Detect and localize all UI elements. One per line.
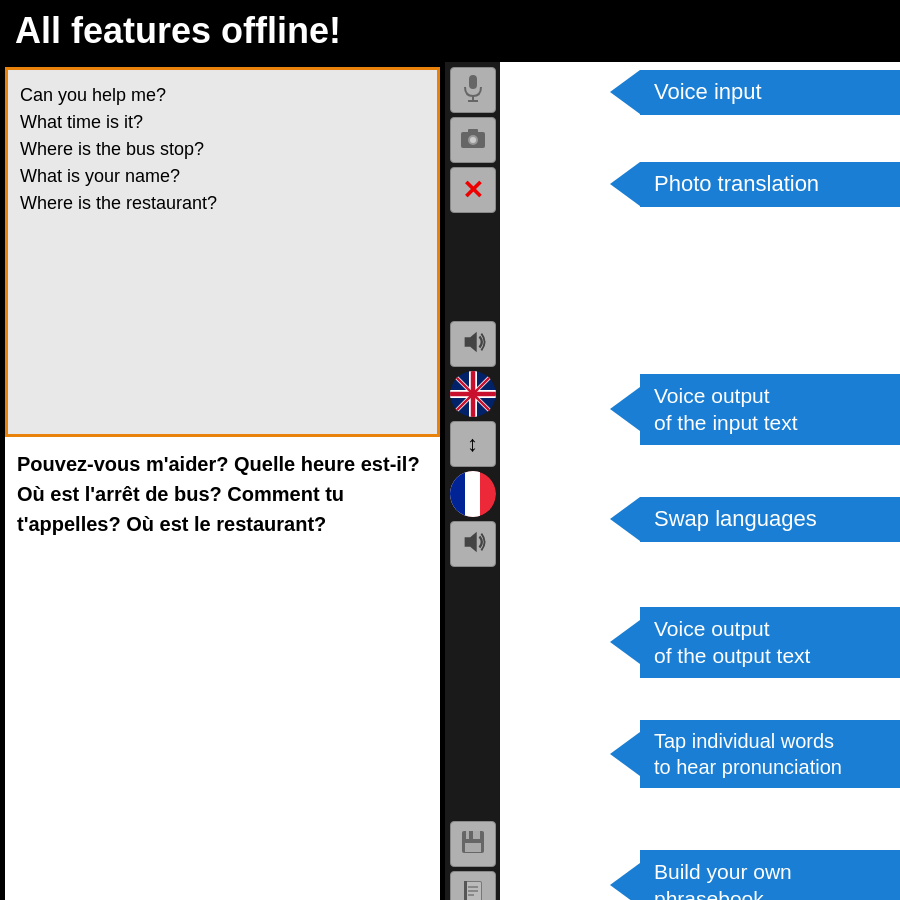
- voice-input-label: Voice input: [640, 70, 900, 115]
- input-text: Can you help me? What time is it? Where …: [20, 82, 425, 217]
- tap-pronunciation-label: Tap individual wordsto hear pronunciatio…: [640, 720, 900, 788]
- output-area: Pouvez-vous m'aider? Quelle heure est-il…: [5, 437, 440, 900]
- uk-flag-icon: [450, 371, 496, 417]
- toolbar: ✕: [445, 62, 500, 900]
- right-panel: Voice input Photo translation Voice outp…: [500, 62, 900, 900]
- main-layout: Can you help me? What time is it? Where …: [0, 62, 900, 900]
- voice-input-callout: Voice input: [610, 70, 900, 115]
- swap-languages-arrow: [610, 497, 640, 541]
- phrasebook-callout: Build your ownphrasebook: [610, 850, 900, 900]
- book-icon: [460, 879, 486, 900]
- photo-translation-label: Photo translation: [640, 162, 900, 207]
- clear-button[interactable]: ✕: [450, 167, 496, 213]
- swap-button[interactable]: ↕: [450, 421, 496, 467]
- clear-icon: ✕: [462, 175, 484, 206]
- save-button[interactable]: [450, 821, 496, 867]
- voice-output-output-callout: Voice outputof the output text: [610, 607, 900, 678]
- photo-translation-callout: Photo translation: [610, 162, 900, 207]
- english-flag-button[interactable]: [450, 371, 496, 417]
- input-area[interactable]: Can you help me? What time is it? Where …: [5, 67, 440, 437]
- svg-rect-33: [464, 881, 467, 900]
- output-text: Pouvez-vous m'aider? Quelle heure est-il…: [17, 449, 428, 539]
- fr-flag-icon: [450, 471, 496, 517]
- swap-languages-callout: Swap languages: [610, 497, 900, 542]
- app-title: All features offline!: [15, 10, 341, 52]
- phrasebook-arrow: [610, 863, 640, 900]
- svg-point-5: [470, 137, 476, 143]
- speak-output-button[interactable]: [450, 521, 496, 567]
- svg-rect-6: [468, 129, 478, 133]
- tap-pronunciation-callout: Tap individual wordsto hear pronunciatio…: [610, 720, 900, 788]
- camera-icon: [460, 127, 486, 153]
- swap-languages-label: Swap languages: [640, 497, 900, 542]
- mic-button[interactable]: [450, 67, 496, 113]
- svg-marker-7: [464, 332, 476, 352]
- svg-rect-0: [469, 75, 477, 89]
- svg-rect-26: [469, 831, 473, 839]
- voice-output-output-arrow: [610, 620, 640, 664]
- speaker-input-icon: [460, 329, 486, 359]
- voice-output-input-arrow: [610, 387, 640, 431]
- speak-input-button[interactable]: [450, 321, 496, 367]
- phrasebook-label: Build your ownphrasebook: [640, 850, 900, 900]
- save-icon: [460, 829, 486, 859]
- header: All features offline!: [0, 0, 900, 62]
- svg-marker-23: [464, 532, 476, 552]
- voice-output-input-label: Voice outputof the input text: [640, 374, 900, 445]
- voice-output-input-callout: Voice outputof the input text: [610, 374, 900, 445]
- photo-translation-arrow: [610, 162, 640, 206]
- phrasebook-button[interactable]: [450, 871, 496, 900]
- svg-rect-27: [465, 843, 481, 852]
- french-flag-button[interactable]: [450, 471, 496, 517]
- tap-pronunciation-arrow: [610, 732, 640, 776]
- voice-output-output-label: Voice outputof the output text: [640, 607, 900, 678]
- camera-button[interactable]: [450, 117, 496, 163]
- speaker-output-icon: [460, 529, 486, 559]
- svg-rect-21: [450, 471, 465, 517]
- left-panel: Can you help me? What time is it? Where …: [0, 62, 445, 900]
- swap-icon: ↕: [467, 431, 478, 457]
- voice-input-arrow: [610, 70, 640, 114]
- mic-icon: [461, 74, 485, 106]
